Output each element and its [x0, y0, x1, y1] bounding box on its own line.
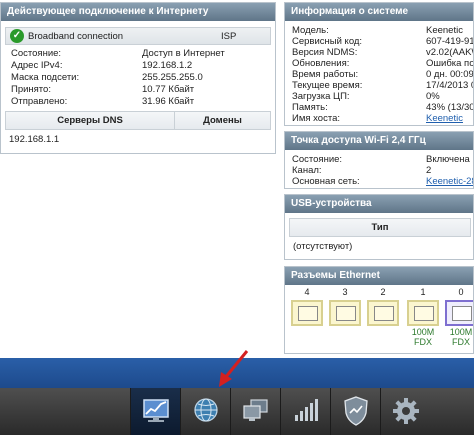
updates-label: Обновления:: [292, 58, 350, 69]
mask-label: Маска подсети:: [11, 72, 80, 83]
ethernet-port-icon: [407, 300, 439, 326]
hostname-label: Имя хоста:: [292, 113, 340, 124]
sent-label: Отправлено:: [11, 96, 68, 107]
port-0-speed: 100M: [449, 327, 473, 337]
port-0-duplex: FDX: [452, 337, 470, 347]
current-time-label: Текущее время:: [292, 80, 363, 91]
cpu-load-value: 0%: [426, 91, 440, 102]
system-info-panel: Информация о системе Модель: Keenetic Се…: [284, 2, 474, 126]
wifi-status-value: Включена: [426, 154, 470, 165]
taskbar-system-button[interactable]: [380, 388, 430, 435]
network-computers-icon: [243, 399, 268, 421]
shield-icon: [344, 396, 368, 426]
usb-panel: USB-устройства Тип (отсутствуют): [284, 194, 474, 260]
system-info-title: Информация о системе: [285, 3, 473, 21]
wifi-title: Точка доступа Wi-Fi 2,4 ГГц: [285, 132, 473, 150]
usb-title: USB-устройства: [285, 195, 473, 213]
domains-header: Домены: [174, 111, 271, 130]
port-2-label: 2: [380, 287, 386, 297]
ethernet-port-icon: [291, 300, 323, 326]
ndms-version-label: Версия NDMS:: [292, 47, 358, 58]
internet-connection-panel: Действующее подключение к Интернету ✓ Br…: [0, 2, 276, 154]
wifi-status-label: Состояние:: [292, 154, 343, 165]
memory-label: Память:: [292, 102, 328, 113]
internet-connection-title: Действующее подключение к Интернету: [1, 3, 275, 21]
wifi-network-label: Основная сеть:: [292, 176, 360, 187]
signal-bars-icon: [295, 399, 318, 421]
uptime-value: 0 дн. 00:09:1: [426, 69, 474, 80]
current-time-value: 17/4/2013 0: [426, 80, 474, 91]
annotation-arrow-icon: [219, 350, 249, 387]
port-1-status: 100M FDX: [407, 327, 439, 347]
port-0-status: 100M FDX: [445, 327, 473, 347]
ethernet-port-icon: [445, 300, 473, 326]
dns-header: Серверы DNS: [5, 111, 175, 130]
service-code-value: 607-419-914: [426, 36, 473, 47]
received-value: 10.77 Кбайт: [142, 84, 195, 95]
uptime-label: Время работы:: [292, 69, 359, 80]
port-4-label: 4: [304, 287, 310, 297]
ethernet-port-icon: [367, 300, 399, 326]
ethernet-port-icon: [329, 300, 361, 326]
sent-value: 31.96 Кбайт: [142, 96, 195, 107]
status-value: Доступ в Интернет: [142, 48, 225, 59]
port-0: 0 100M FDX: [445, 287, 473, 353]
bottom-taskbar: [0, 388, 474, 435]
cpu-load-label: Загрузка ЦП:: [292, 91, 350, 102]
model-value: Keenetic: [426, 25, 463, 36]
memory-value: 43% (13/30: [426, 102, 474, 113]
wifi-channel-value: 2: [426, 165, 432, 176]
usb-empty-text: (отсутствуют): [293, 241, 353, 252]
ethernet-ports: 4 3 2 1 100M FDX 0 100M FDX: [285, 287, 473, 353]
taskbar-internet-button[interactable]: [180, 388, 230, 435]
status-label: Состояние:: [11, 48, 62, 59]
wifi-panel: Точка доступа Wi-Fi 2,4 ГГц Состояние: В…: [284, 131, 474, 189]
hostname-link[interactable]: Keenetic: [426, 113, 463, 124]
usb-type-header: Тип: [289, 218, 471, 237]
connection-type: ISP: [221, 31, 237, 42]
ipv4-label: Адрес IPv4:: [11, 60, 63, 71]
ethernet-title: Разъемы Ethernet: [285, 267, 473, 285]
port-2: 2: [367, 287, 399, 353]
port-1: 1 100M FDX: [407, 287, 439, 353]
taskbar-monitor-button[interactable]: [130, 388, 180, 435]
ipv4-value: 192.168.1.2: [142, 60, 193, 71]
received-label: Принято:: [11, 84, 51, 95]
globe-icon: [194, 398, 218, 422]
ethernet-panel: Разъемы Ethernet 4 3 2 1 100M FDX 0 100M: [284, 266, 474, 354]
port-3-label: 3: [342, 287, 348, 297]
port-0-label: 0: [458, 287, 464, 297]
monitor-chart-icon: [143, 399, 169, 422]
taskbar-security-button[interactable]: [330, 388, 380, 435]
connection-row[interactable]: ✓ Broadband connection ISP: [5, 27, 271, 45]
mask-value: 255.255.255.0: [142, 72, 203, 83]
gear-icon: [393, 398, 419, 424]
taskbar-home-network-button[interactable]: [230, 388, 280, 435]
ndms-version-value: v2.02(AAKW: [426, 47, 473, 58]
port-1-duplex: FDX: [414, 337, 432, 347]
check-icon: ✓: [10, 29, 24, 43]
wifi-channel-label: Канал:: [292, 165, 322, 176]
wifi-network-link[interactable]: Keenetic-28: [426, 176, 473, 187]
port-4: 4: [291, 287, 323, 353]
model-label: Модель:: [292, 25, 329, 36]
dns-server-value: 192.168.1.1: [9, 134, 60, 145]
port-1-label: 1: [420, 287, 426, 297]
service-code-label: Сервисный код:: [292, 36, 363, 47]
port-3: 3: [329, 287, 361, 353]
taskbar-wifi-button[interactable]: [280, 388, 330, 435]
updates-value: Ошибка подк: [426, 58, 474, 69]
usb-type-header-label: Тип: [371, 222, 389, 233]
connection-name: Broadband connection: [28, 31, 124, 42]
port-1-speed: 100M: [411, 327, 435, 337]
